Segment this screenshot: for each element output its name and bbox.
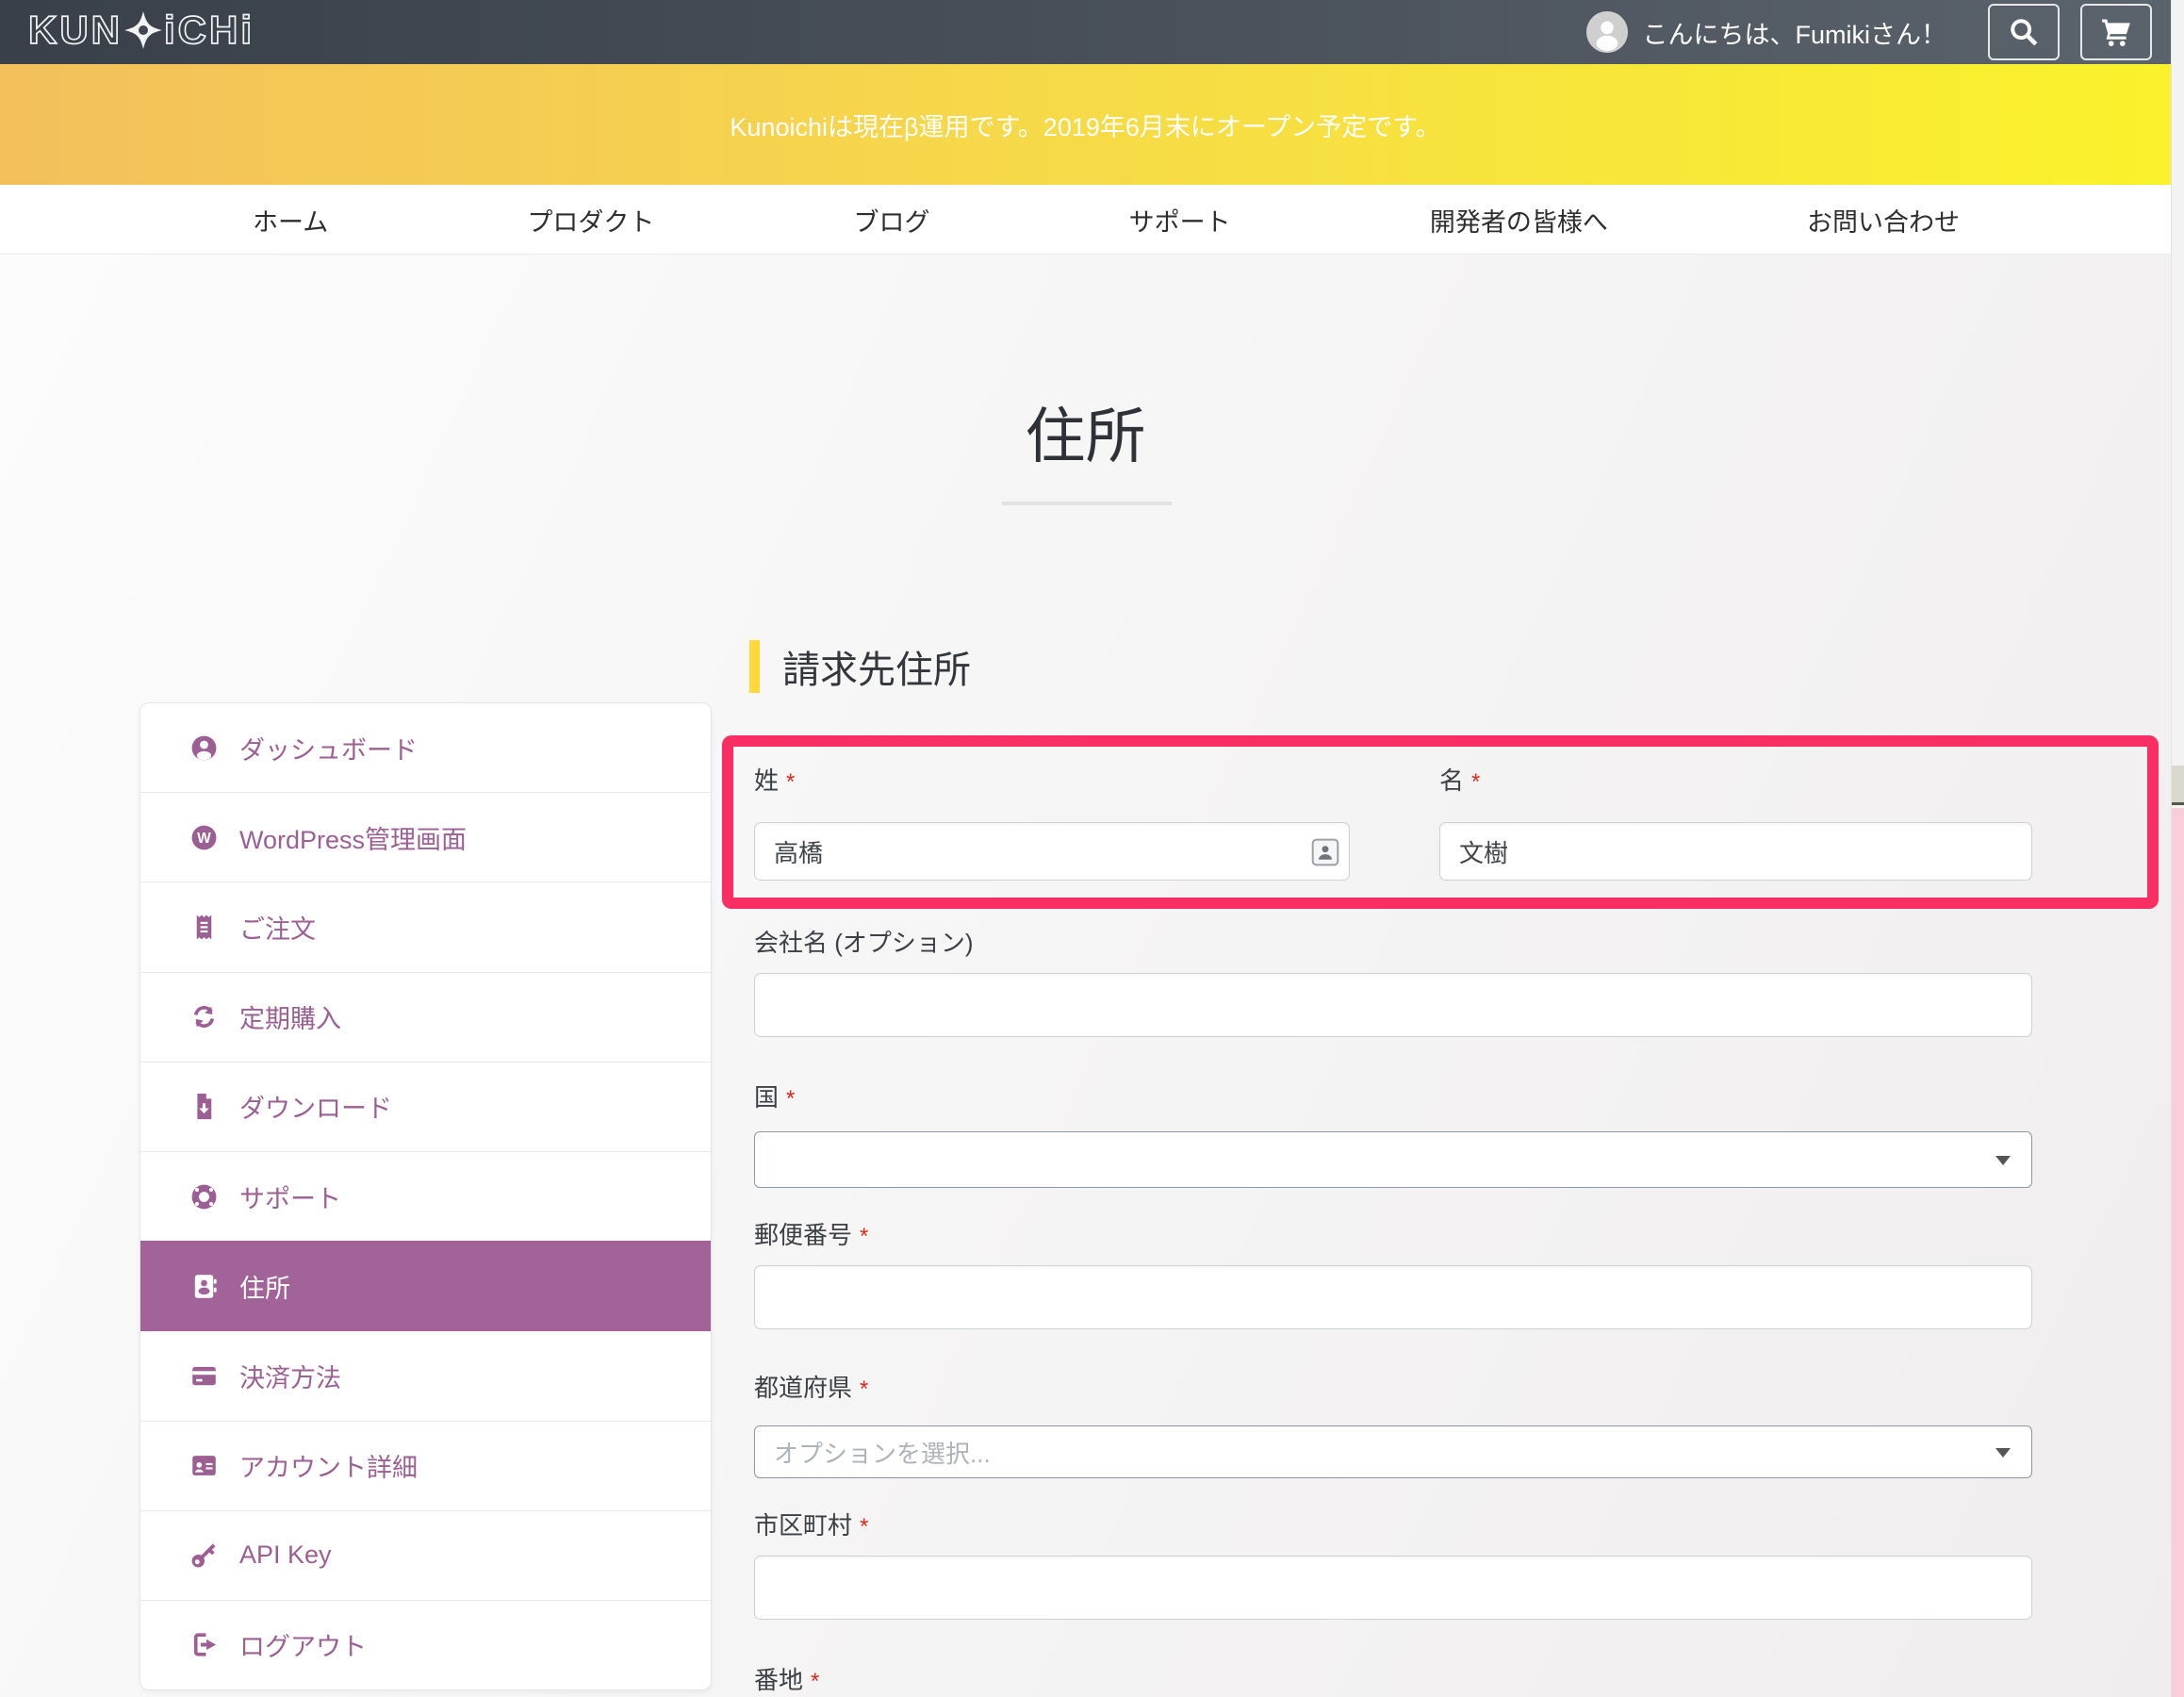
city-input[interactable] — [754, 1556, 2032, 1620]
nav-item-contact[interactable]: お問い合わせ — [1807, 202, 1960, 239]
key-icon — [191, 1543, 216, 1568]
shopping-cart-icon — [2102, 19, 2130, 47]
shuriken-icon — [124, 11, 162, 49]
last-name-input[interactable] — [754, 822, 1350, 881]
chevron-down-icon — [1995, 1156, 2011, 1165]
nav-item-home[interactable]: ホーム — [253, 202, 328, 239]
logo-text-left: KUN — [27, 7, 123, 53]
sidebar-item-orders[interactable]: ご注文 — [140, 881, 711, 971]
postcode-input[interactable] — [754, 1265, 2032, 1329]
credit-card-icon — [192, 1366, 216, 1386]
address1-label: 番地 * — [754, 1666, 820, 1694]
life-ring-icon — [191, 1184, 217, 1209]
avatar-icon[interactable] — [1585, 11, 1628, 53]
sidebar-item-dashboard[interactable]: ダッシュボード — [140, 703, 711, 792]
country-label: 国 * — [754, 1083, 796, 1112]
main-nav: ホーム プロダクト ブログ サポート 開発者の皆様へ お問い合わせ — [0, 185, 2184, 255]
address-book-icon — [194, 1274, 217, 1298]
sidebar-item-account-details[interactable]: アカウント詳細 — [140, 1420, 711, 1510]
first-name-input[interactable] — [1439, 822, 2032, 881]
beta-notice-text: Kunoichiは現在β運用です。2019年6月末にオープン予定です。 — [730, 112, 1441, 141]
prefecture-select[interactable]: オプションを選択... — [754, 1425, 2032, 1478]
svg-text:W: W — [197, 831, 211, 847]
page: KUN iCHi こんにちは、Fumikiさん！ Kunoichiは現在β運用で… — [0, 0, 2184, 1697]
sidebar-item-wordpress-admin[interactable]: W WordPress管理画面 — [140, 792, 711, 881]
autofill-contact-icon[interactable] — [1310, 837, 1340, 867]
nav-item-blog[interactable]: ブログ — [854, 202, 930, 239]
search-button[interactable] — [1988, 4, 2060, 60]
country-select[interactable] — [754, 1131, 2032, 1188]
user-greeting: こんにちは、Fumikiさん！ — [1642, 20, 1947, 49]
sync-icon — [193, 1006, 215, 1029]
title-underline — [1002, 502, 1172, 505]
wordpress-icon: W — [191, 825, 217, 850]
nav-item-developers[interactable]: 開発者の皆様へ — [1430, 202, 1608, 239]
city-label: 市区町村 * — [754, 1511, 869, 1540]
company-label: 会社名 (オプション) — [754, 929, 974, 957]
nav-item-products[interactable]: プロダクト — [527, 202, 654, 239]
sign-out-icon — [193, 1633, 217, 1657]
chevron-down-icon — [1995, 1448, 2011, 1458]
cart-button[interactable] — [2080, 4, 2152, 60]
account-sidebar: ダッシュボード W WordPress管理画面 ご注文 定期購入 ダウンロード … — [140, 702, 712, 1690]
sidebar-item-subscriptions[interactable]: 定期購入 — [140, 971, 711, 1062]
first-name-label: 名 * — [1439, 766, 1481, 795]
beta-notice-banner: Kunoichiは現在β運用です。2019年6月末にオープン予定です。 — [0, 64, 2171, 185]
receipt-icon — [196, 914, 212, 940]
scrollbar[interactable] — [2171, 0, 2184, 1697]
sidebar-item-logout[interactable]: ログアウト — [140, 1599, 711, 1689]
logo-text-right: iCHi — [163, 7, 255, 53]
sidebar-item-payment-methods[interactable]: 決済方法 — [140, 1330, 711, 1420]
scrollbar-thumb[interactable] — [2172, 766, 2184, 805]
sidebar-item-addresses[interactable]: 住所 — [140, 1241, 711, 1331]
id-card-icon — [192, 1456, 216, 1475]
magnifier-icon — [2011, 19, 2038, 46]
site-logo[interactable]: KUN iCHi — [27, 7, 255, 53]
sidebar-item-support[interactable]: サポート — [140, 1150, 711, 1241]
nav-item-support[interactable]: サポート — [1129, 202, 1231, 239]
postcode-label: 郵便番号 * — [754, 1221, 869, 1249]
prefecture-label: 都道府県 * — [754, 1374, 869, 1402]
heading-accent-bar — [749, 640, 760, 693]
sidebar-item-api-key[interactable]: API Key — [140, 1509, 711, 1600]
billing-address-heading: 請求先住所 — [749, 639, 971, 694]
scrollbar-track-pink — [2172, 808, 2184, 1697]
company-input[interactable] — [754, 973, 2032, 1037]
sidebar-item-downloads[interactable]: ダウンロード — [140, 1061, 711, 1151]
last-name-label: 姓 * — [754, 766, 796, 795]
page-title: 住所 — [1025, 403, 1146, 470]
file-download-icon — [197, 1094, 212, 1120]
top-header-bar: KUN iCHi こんにちは、Fumikiさん！ — [0, 0, 2184, 64]
user-circle-icon — [191, 735, 217, 761]
